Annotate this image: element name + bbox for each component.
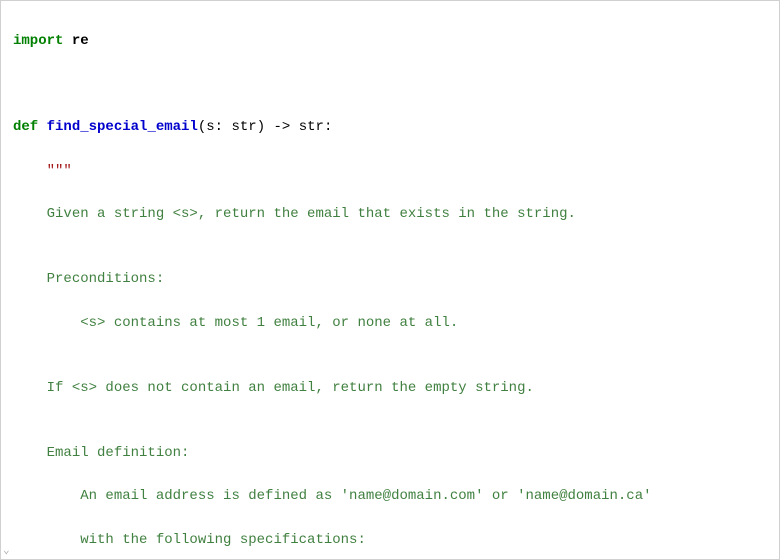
docstring-text: Email definition: [47,445,190,461]
indent [13,206,47,222]
arg-name: s [206,119,214,135]
docstring-text: with the following specifications: [47,532,366,548]
indent [13,271,47,287]
indent [13,532,47,548]
indent [13,445,47,461]
arrow: -> [274,119,299,135]
code-line: An email address is defined as 'name@dom… [13,486,767,508]
indent [13,315,47,331]
module-name: re [72,33,89,49]
docstring-text: Preconditions: [47,271,165,287]
space [63,33,71,49]
code-line: <s> contains at most 1 email, or none at… [13,313,767,335]
code-line: import re [13,31,767,53]
type-annotation: str [231,119,256,135]
code-line: """ [13,161,767,183]
paren-close: ) [257,119,274,135]
docstring-text: <s> contains at most 1 email, or none at… [47,315,459,331]
paren-open: ( [198,119,206,135]
code-line: Email definition: [13,443,767,465]
indent [13,163,47,179]
code-line: Given a string <s>, return the email tha… [13,204,767,226]
code-line: def find_special_email(s: str) -> str: [13,117,767,139]
space [38,119,46,135]
colon: : [324,119,332,135]
keyword-def: def [13,119,38,135]
docstring-text: An email address is defined as 'name@dom… [47,488,652,504]
chevron-down-icon[interactable]: ⌄ [3,546,10,557]
code-editor[interactable]: import re def find_special_email(s: str)… [0,0,780,560]
docstring-text: If <s> does not contain an email, return… [47,380,534,396]
indent [13,488,47,504]
code-line: If <s> does not contain an email, return… [13,378,767,400]
function-name: find_special_email [47,119,198,135]
colon: : [215,119,232,135]
docstring-quote: """ [47,163,72,179]
code-line: with the following specifications: [13,530,767,552]
indent [13,380,47,396]
code-line: Preconditions: [13,269,767,291]
keyword-import: import [13,33,63,49]
return-type: str [299,119,324,135]
docstring-text: Given a string <s>, return the email tha… [47,206,576,222]
